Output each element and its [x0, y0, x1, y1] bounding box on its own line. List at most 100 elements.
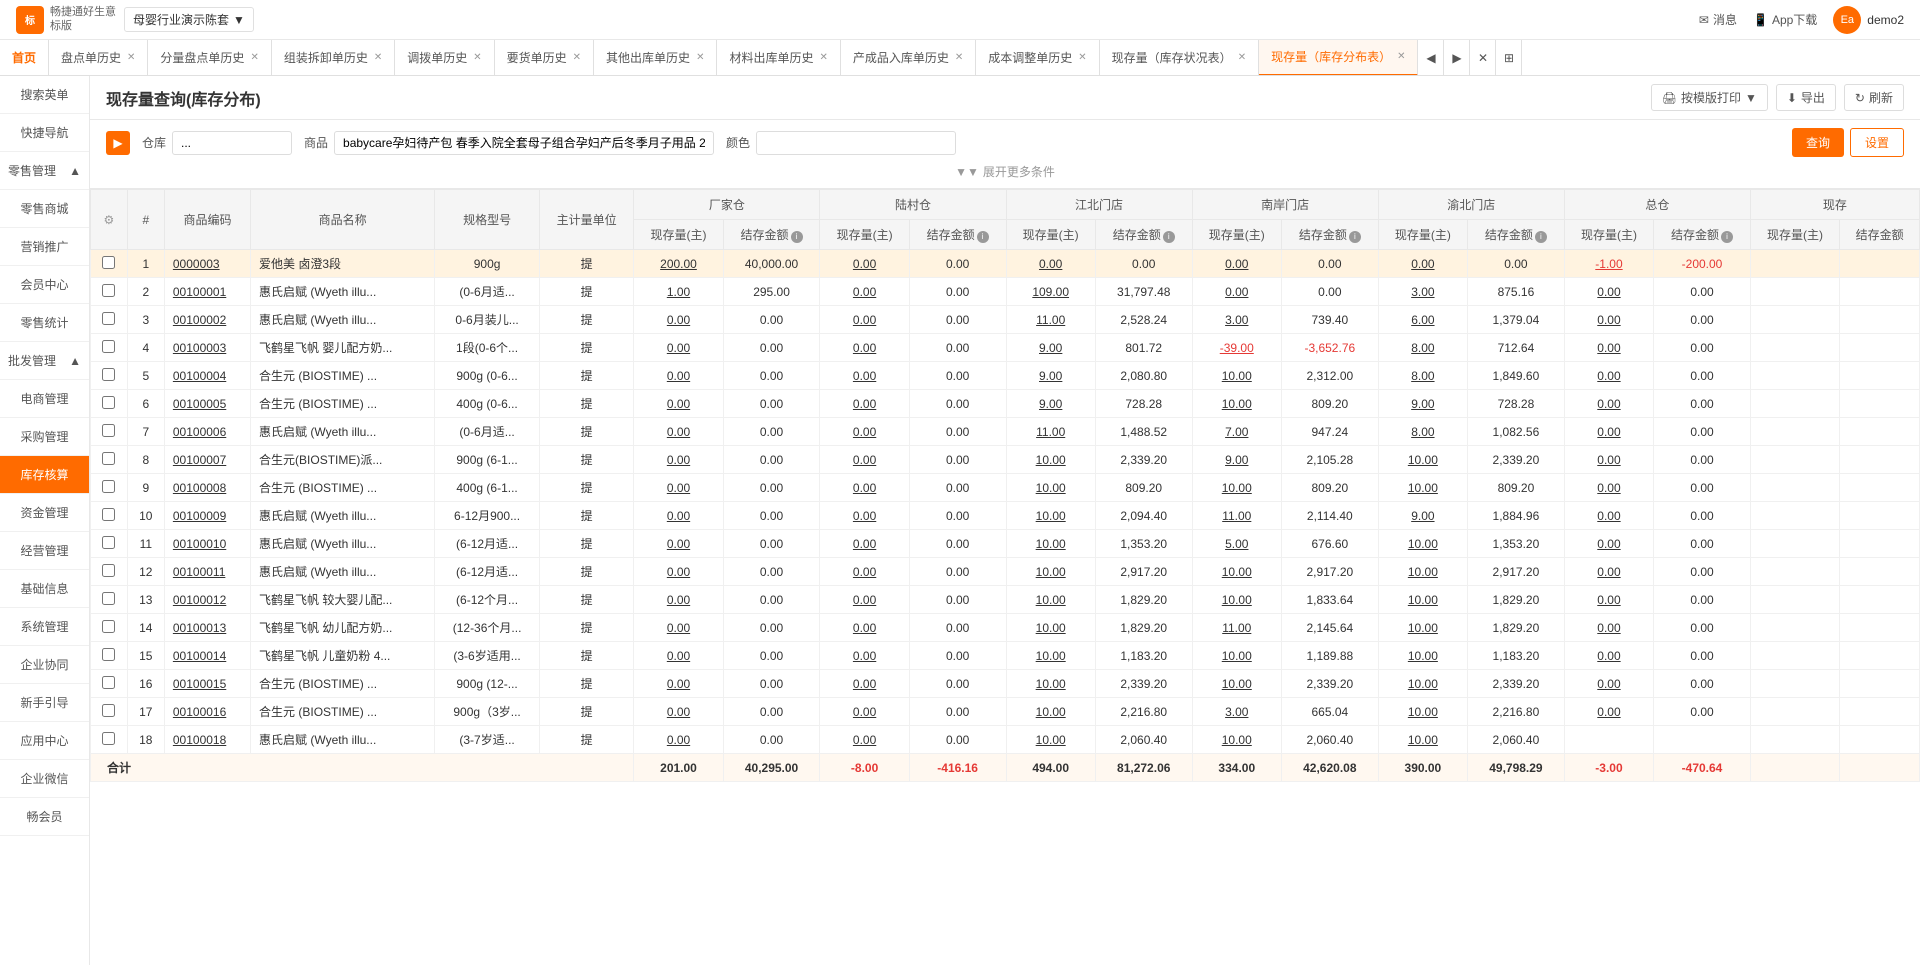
td-jb-stock[interactable]: 9.00: [1006, 390, 1095, 418]
info-icon-2[interactable]: i: [977, 231, 989, 243]
td-yb-stock[interactable]: 10.00: [1378, 586, 1467, 614]
td-code[interactable]: 00100011: [164, 558, 250, 586]
td-na-stock[interactable]: 10.00: [1192, 362, 1281, 390]
td-jb-stock[interactable]: 10.00: [1006, 558, 1095, 586]
app-download-btn[interactable]: 📱 App下载: [1753, 11, 1817, 28]
td-code[interactable]: 00100016: [164, 698, 250, 726]
td-na-stock[interactable]: 10.00: [1192, 586, 1281, 614]
td-f-stock[interactable]: 0.00: [634, 558, 723, 586]
sidebar-item-guide[interactable]: 新手引导: [0, 684, 89, 722]
td-jb-stock[interactable]: 10.00: [1006, 614, 1095, 642]
td-code[interactable]: 00100010: [164, 530, 250, 558]
td-jb-stock[interactable]: 10.00: [1006, 642, 1095, 670]
td-lu-stock[interactable]: 0.00: [820, 502, 909, 530]
td-na-stock[interactable]: 7.00: [1192, 418, 1281, 446]
tab-next-btn[interactable]: ▶: [1444, 40, 1470, 76]
td-f-stock[interactable]: 200.00: [634, 250, 723, 278]
td-code[interactable]: 00100015: [164, 670, 250, 698]
td-total-stock[interactable]: 0.00: [1564, 670, 1653, 698]
td-na-stock[interactable]: 10.00: [1192, 642, 1281, 670]
tab-10[interactable]: 现存量（库存状况表） ✕: [1100, 40, 1259, 76]
td-check[interactable]: [91, 502, 128, 530]
td-check[interactable]: [91, 642, 128, 670]
sidebar-item-system[interactable]: 系统管理: [0, 608, 89, 646]
tab-7[interactable]: 材料出库单历史 ✕: [717, 40, 840, 76]
tab-close-8[interactable]: ✕: [955, 52, 963, 63]
td-na-stock[interactable]: -39.00: [1192, 334, 1281, 362]
td-code[interactable]: 00100014: [164, 642, 250, 670]
td-na-stock[interactable]: 3.00: [1192, 306, 1281, 334]
td-lu-stock[interactable]: 0.00: [820, 586, 909, 614]
td-code[interactable]: 00100002: [164, 306, 250, 334]
td-na-stock[interactable]: 9.00: [1192, 446, 1281, 474]
tab-6[interactable]: 其他出库单历史 ✕: [594, 40, 717, 76]
td-total-stock[interactable]: 0.00: [1564, 502, 1653, 530]
td-check[interactable]: [91, 614, 128, 642]
td-yb-stock[interactable]: 10.00: [1378, 446, 1467, 474]
td-na-stock[interactable]: 10.00: [1192, 670, 1281, 698]
td-f-stock[interactable]: 0.00: [634, 530, 723, 558]
td-code[interactable]: 00100006: [164, 418, 250, 446]
sidebar-item-enterprise[interactable]: 企业协同: [0, 646, 89, 684]
td-yb-stock[interactable]: 10.00: [1378, 530, 1467, 558]
sidebar-item-apps[interactable]: 应用中心: [0, 722, 89, 760]
td-check[interactable]: [91, 418, 128, 446]
td-yb-stock[interactable]: 10.00: [1378, 670, 1467, 698]
tab-11[interactable]: 现存量（库存分布表） ✕: [1259, 40, 1418, 76]
sidebar-item-search[interactable]: 搜索英单: [0, 76, 89, 114]
tab-close-10[interactable]: ✕: [1238, 52, 1246, 63]
tab-5[interactable]: 要货单历史 ✕: [495, 40, 594, 76]
td-na-stock[interactable]: 11.00: [1192, 614, 1281, 642]
tab-1[interactable]: 盘点单历史 ✕: [49, 40, 148, 76]
td-total-stock[interactable]: 0.00: [1564, 418, 1653, 446]
print-btn[interactable]: 🖨 按模版打印 ▼: [1651, 84, 1768, 111]
th-gear[interactable]: ⚙: [91, 190, 128, 250]
td-jb-stock[interactable]: 9.00: [1006, 334, 1095, 362]
expand-conditions-btn[interactable]: ▼▼ 展开更多条件: [106, 163, 1904, 180]
td-yb-stock[interactable]: 8.00: [1378, 334, 1467, 362]
td-na-stock[interactable]: 0.00: [1192, 250, 1281, 278]
td-jb-stock[interactable]: 10.00: [1006, 446, 1095, 474]
td-lu-stock[interactable]: 0.00: [820, 698, 909, 726]
sidebar-item-wholesale[interactable]: 批发管理 ▲: [0, 342, 89, 380]
td-na-stock[interactable]: 10.00: [1192, 726, 1281, 754]
td-f-stock[interactable]: 0.00: [634, 586, 723, 614]
td-f-stock[interactable]: 0.00: [634, 502, 723, 530]
info-icon-5[interactable]: i: [1535, 231, 1547, 243]
td-na-stock[interactable]: 5.00: [1192, 530, 1281, 558]
td-na-stock[interactable]: 0.00: [1192, 278, 1281, 306]
td-check[interactable]: [91, 334, 128, 362]
color-input[interactable]: [756, 131, 956, 155]
td-yb-stock[interactable]: 0.00: [1378, 250, 1467, 278]
td-lu-stock[interactable]: 0.00: [820, 726, 909, 754]
td-check[interactable]: [91, 306, 128, 334]
td-check[interactable]: [91, 586, 128, 614]
td-check[interactable]: [91, 530, 128, 558]
sidebar-item-quicknav[interactable]: 快捷导航: [0, 114, 89, 152]
td-lu-stock[interactable]: 0.00: [820, 362, 909, 390]
td-jb-stock[interactable]: 10.00: [1006, 502, 1095, 530]
td-total-stock[interactable]: 0.00: [1564, 306, 1653, 334]
td-yb-stock[interactable]: 10.00: [1378, 642, 1467, 670]
setting-btn[interactable]: 设置: [1850, 128, 1904, 157]
industry-selector[interactable]: 母婴行业演示陈套 ▼: [124, 7, 254, 32]
info-icon-4[interactable]: i: [1349, 231, 1361, 243]
td-yb-stock[interactable]: 10.00: [1378, 726, 1467, 754]
td-total-stock[interactable]: 0.00: [1564, 586, 1653, 614]
sidebar-item-vip[interactable]: 畅会员: [0, 798, 89, 836]
td-f-stock[interactable]: 0.00: [634, 698, 723, 726]
td-yb-stock[interactable]: 9.00: [1378, 502, 1467, 530]
td-lu-stock[interactable]: 0.00: [820, 530, 909, 558]
td-yb-stock[interactable]: 6.00: [1378, 306, 1467, 334]
td-check[interactable]: [91, 558, 128, 586]
td-code[interactable]: 00100007: [164, 446, 250, 474]
td-total-stock[interactable]: 0.00: [1564, 446, 1653, 474]
td-total-stock[interactable]: 0.00: [1564, 362, 1653, 390]
td-total-stock[interactable]: 0.00: [1564, 698, 1653, 726]
td-lu-stock[interactable]: 0.00: [820, 278, 909, 306]
td-yb-stock[interactable]: 3.00: [1378, 278, 1467, 306]
td-lu-stock[interactable]: 0.00: [820, 334, 909, 362]
td-f-stock[interactable]: 0.00: [634, 446, 723, 474]
td-code[interactable]: 00100003: [164, 334, 250, 362]
tab-2[interactable]: 分量盘点单历史 ✕: [148, 40, 271, 76]
